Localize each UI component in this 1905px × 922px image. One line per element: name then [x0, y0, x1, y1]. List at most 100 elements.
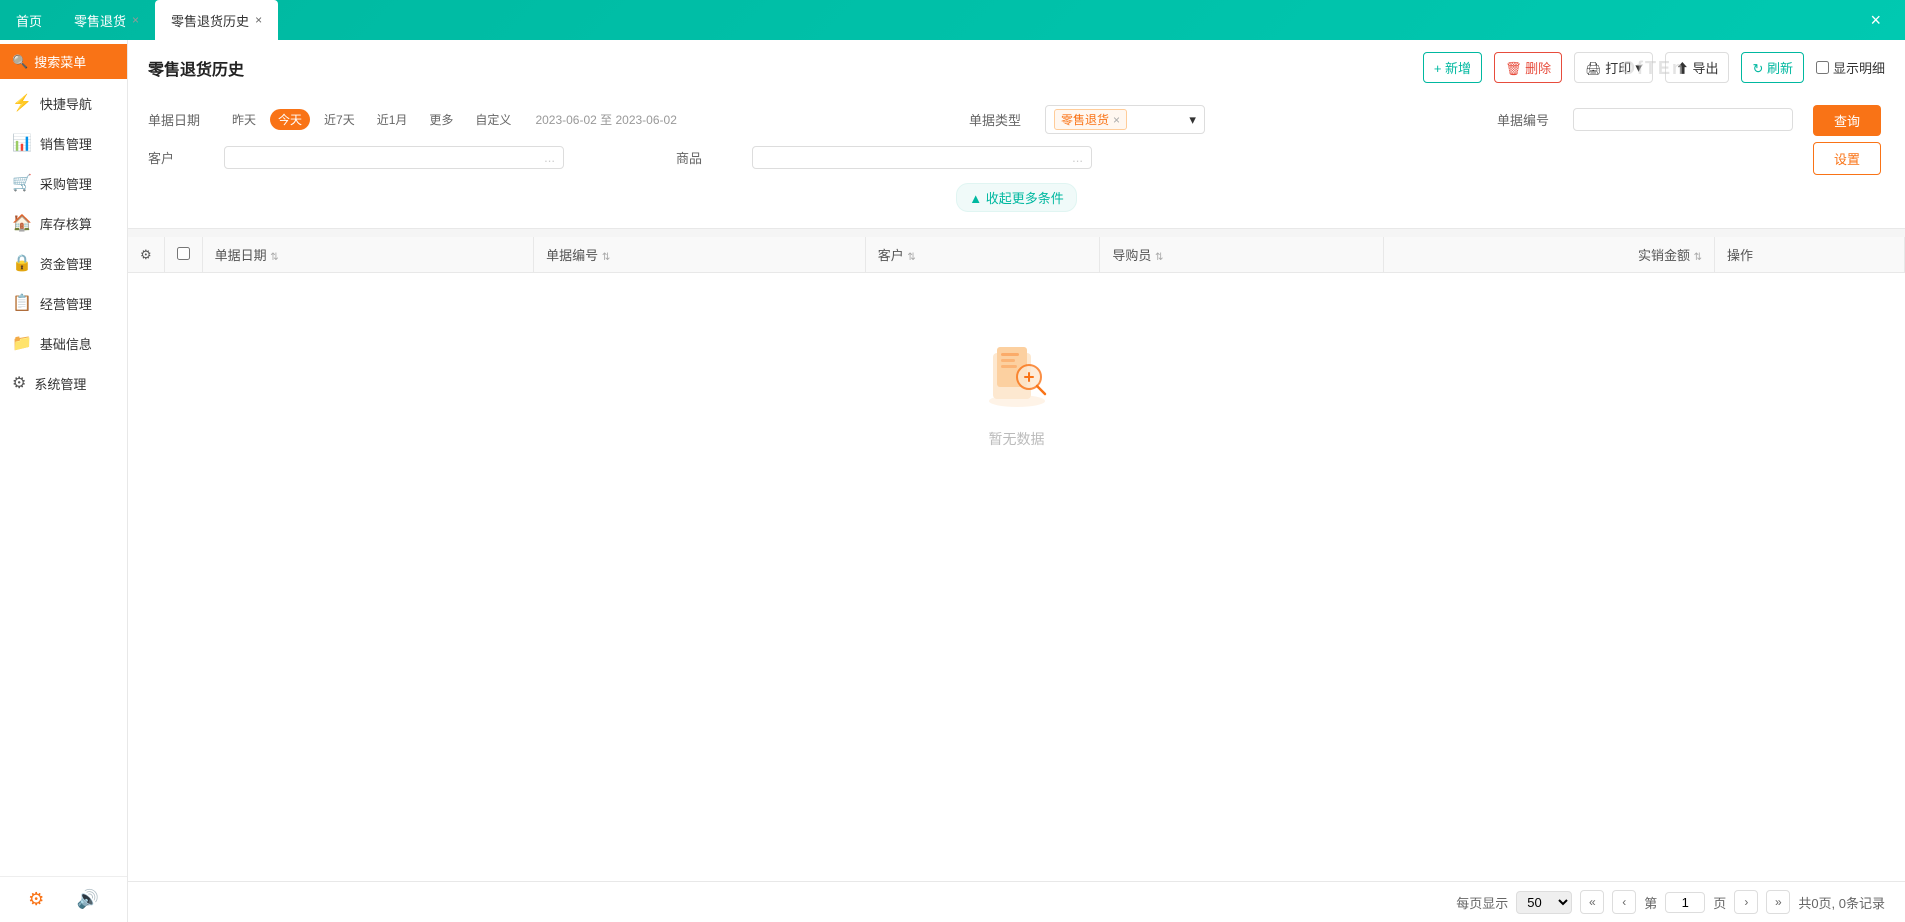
tab-retail-return-close[interactable]: × [132, 13, 139, 27]
filter-area: 单据日期 昨天 今天 近7天 近1月 更多 自定义 2023-06-02 至 2… [148, 93, 1885, 228]
set-button[interactable]: 设置 [1813, 142, 1881, 175]
filter-row-2: 客户 ... 商品 ... [148, 142, 1793, 173]
first-page-btn[interactable]: « [1580, 890, 1604, 914]
doc-number-input[interactable] [1573, 108, 1793, 131]
page-input[interactable] [1665, 892, 1705, 913]
th-guide-sort-icon: ⇅ [1155, 252, 1163, 263]
type-filter-remove[interactable]: × [1113, 113, 1120, 127]
sidebar-item-finance-label: 资金管理 [40, 254, 92, 273]
tab-retail-return-history-label: 零售退货历史 [171, 11, 249, 30]
th-number[interactable]: 单据编号 ⇅ [534, 237, 866, 273]
sidebar-item-quick-nav[interactable]: ⚡ 快捷导航 [0, 83, 127, 123]
tab-retail-return-history-close[interactable]: × [255, 13, 262, 27]
th-customer-label: 客户 [878, 248, 904, 263]
filter-row-1: 单据日期 昨天 今天 近7天 近1月 更多 自定义 2023-06-02 至 2… [148, 101, 1793, 138]
table-area: ⚙ 单据日期 ⇅ 单据编号 ⇅ 客户 [128, 237, 1905, 881]
export-button[interactable]: ⬆ 导出 [1665, 52, 1730, 83]
data-table: ⚙ 单据日期 ⇅ 单据编号 ⇅ 客户 [128, 237, 1905, 273]
sidebar-item-system[interactable]: ⚙ 系统管理 [0, 363, 127, 403]
th-amount[interactable]: 实销金额 ⇅ [1383, 237, 1715, 273]
sidebar-item-operation[interactable]: 📋 经营管理 [0, 283, 127, 323]
sidebar-item-finance[interactable]: 🔒 资金管理 [0, 243, 127, 283]
sidebar-item-basic[interactable]: 📁 基础信息 [0, 323, 127, 363]
search-icon: 🔍 [12, 54, 28, 70]
show-detail-input[interactable] [1816, 61, 1829, 74]
tab-retail-return[interactable]: 零售退货 × [58, 0, 155, 40]
collapse-label: ▲ 收起更多条件 [969, 188, 1063, 207]
last-page-btn[interactable]: » [1766, 890, 1790, 914]
sidebar-item-purchase[interactable]: 🛒 采购管理 [0, 163, 127, 203]
sidebar-item-operation-label: 经营管理 [40, 294, 92, 313]
main-layout: 🔍 搜索菜单 ⚡ 快捷导航 📊 销售管理 🛒 采购管理 🏠 库存核算 🔒 资金管… [0, 40, 1905, 922]
type-filter-select[interactable]: 零售退货 × ▾ [1045, 105, 1205, 134]
query-button[interactable]: 查询 [1813, 105, 1881, 136]
pagination: 每页显示 50 10 20 100 « ‹ 第 页 › » 共0页, 0条记录 [128, 881, 1905, 922]
inventory-icon: 🏠 [12, 213, 32, 233]
doc-number-label: 单据编号 [1497, 110, 1557, 129]
sidebar-item-sales[interactable]: 📊 销售管理 [0, 123, 127, 163]
date-filter: 昨天 今天 近7天 近1月 更多 自定义 [224, 109, 519, 130]
sidebar-item-purchase-label: 采购管理 [40, 174, 92, 193]
date-yesterday[interactable]: 昨天 [224, 109, 264, 130]
basic-info-icon: 📁 [12, 333, 32, 353]
refresh-button[interactable]: ↻ 刷新 [1741, 52, 1804, 83]
product-input[interactable]: ... [752, 146, 1092, 169]
delete-button[interactable]: 🗑 删除 [1494, 52, 1562, 83]
date-range: 2023-06-02 至 2023-06-02 [535, 111, 676, 128]
empty-state: 暂无数据 [128, 273, 1905, 509]
th-customer[interactable]: 客户 ⇅ [865, 237, 1100, 273]
sidebar-item-basic-label: 基础信息 [40, 334, 92, 353]
per-page-select[interactable]: 50 10 20 100 [1516, 891, 1572, 914]
export-btn-label: ⬆ 导出 [1676, 58, 1719, 77]
th-settings[interactable]: ⚙ [128, 237, 164, 273]
prev-page-btn[interactable]: ‹ [1612, 890, 1636, 914]
product-label: 商品 [676, 148, 736, 167]
date-filter-label: 单据日期 [148, 110, 208, 129]
sidebar-item-inventory-label: 库存核算 [40, 214, 92, 233]
sales-icon: 📊 [12, 133, 32, 153]
date-last1month[interactable]: 近1月 [369, 109, 416, 130]
date-today[interactable]: 今天 [270, 109, 310, 130]
tab-home[interactable]: 首页 [0, 0, 58, 40]
print-button[interactable]: 🖨 打印 ▾ [1574, 52, 1653, 83]
th-checkbox[interactable] [164, 237, 202, 273]
th-number-sort-icon: ⇅ [602, 252, 610, 263]
top-bar-right: × [1862, 10, 1905, 31]
sidebar-item-quick-nav-label: 快捷导航 [40, 94, 92, 113]
page-title: 零售退货历史 [148, 56, 244, 80]
date-more[interactable]: 更多 [421, 109, 461, 130]
print-dropdown-icon: ▾ [1635, 60, 1642, 76]
collapse-button[interactable]: ▲ 收起更多条件 [956, 183, 1076, 212]
toolbar: + 新增 🗑 删除 🖨 打印 ▾ ⬆ 导出 ↻ 刷新 [1423, 52, 1885, 83]
action-buttons: 查询 设置 [1813, 101, 1885, 175]
audio-bottom-icon[interactable]: 🔊 [76, 889, 98, 910]
th-action-label: 操作 [1727, 248, 1753, 263]
tab-home-label: 首页 [16, 11, 42, 30]
date-last7[interactable]: 近7天 [316, 109, 363, 130]
type-filter-label: 单据类型 [969, 110, 1029, 129]
operation-icon: 📋 [12, 293, 32, 313]
sidebar-item-inventory[interactable]: 🏠 库存核算 [0, 203, 127, 243]
sidebar-search[interactable]: 🔍 搜索菜单 [0, 44, 127, 79]
print-btn-label: 🖨 打印 [1585, 58, 1631, 77]
tab-retail-return-history[interactable]: 零售退货历史 × [155, 0, 278, 40]
customer-input[interactable]: ... [224, 146, 564, 169]
settings-bottom-icon[interactable]: ⚙ [28, 889, 44, 910]
page-header-top: 零售退货历史 + 新增 🗑 删除 🖨 打印 ▾ ⬆ 导出 [148, 52, 1885, 83]
content-area: 零售退货历史 + 新增 🗑 删除 🖨 打印 ▾ ⬆ 导出 [128, 40, 1905, 922]
empty-text: 暂无数据 [989, 429, 1045, 449]
date-custom[interactable]: 自定义 [467, 109, 519, 130]
type-filter-tag: 零售退货 × [1054, 109, 1127, 130]
sidebar-item-system-label: 系统管理 [34, 374, 86, 393]
new-button[interactable]: + 新增 [1423, 52, 1482, 83]
th-guide[interactable]: 导购员 ⇅ [1100, 237, 1383, 273]
show-detail-checkbox[interactable]: 显示明细 [1816, 58, 1885, 77]
select-all-checkbox[interactable] [177, 247, 190, 260]
window-close-btn[interactable]: × [1862, 10, 1889, 31]
quick-nav-icon: ⚡ [12, 93, 32, 113]
th-date[interactable]: 单据日期 ⇅ [202, 237, 534, 273]
empty-icon [977, 333, 1057, 413]
th-amount-sort-icon: ⇅ [1694, 252, 1702, 263]
th-date-sort-icon: ⇅ [270, 252, 278, 263]
next-page-btn[interactable]: › [1734, 890, 1758, 914]
